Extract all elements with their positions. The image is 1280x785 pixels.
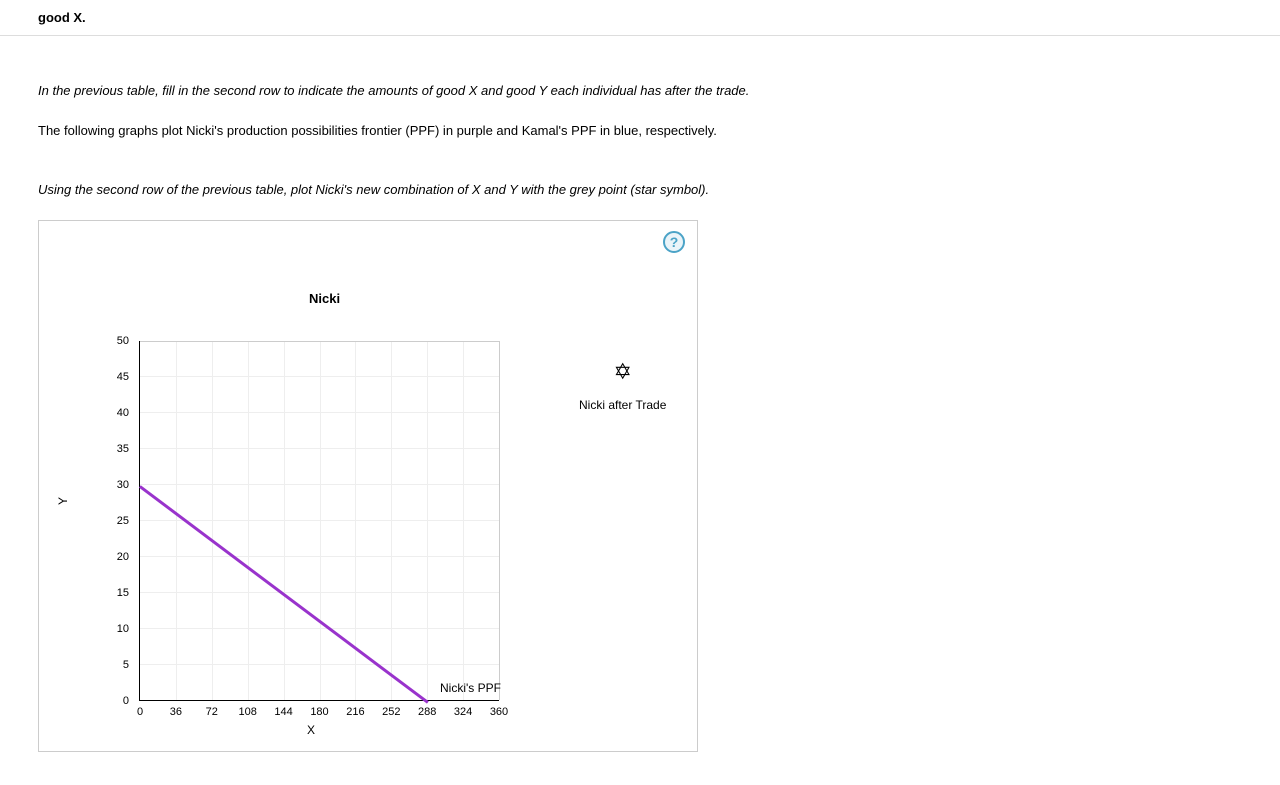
- y-tick: 10: [99, 624, 129, 634]
- chart-title: Nicki: [309, 291, 340, 306]
- x-tick: 252: [376, 706, 406, 718]
- y-tick: 5: [99, 660, 129, 670]
- y-tick: 0: [99, 696, 129, 706]
- x-tick: 180: [305, 706, 335, 718]
- x-axis-label: X: [307, 723, 315, 737]
- star-icon[interactable]: ✡: [579, 361, 666, 383]
- ppf-intro-text: The following graphs plot Nicki's produc…: [38, 121, 1280, 141]
- x-tick: 72: [197, 706, 227, 718]
- x-tick: 36: [161, 706, 191, 718]
- y-tick: 20: [99, 552, 129, 562]
- y-tick: 50: [99, 336, 129, 346]
- y-tick: 25: [99, 516, 129, 526]
- y-tick: 30: [99, 480, 129, 490]
- prior-text-fragment: good X.: [0, 0, 1280, 36]
- x-tick: 288: [412, 706, 442, 718]
- x-tick: 360: [484, 706, 514, 718]
- x-tick: 324: [448, 706, 478, 718]
- help-button[interactable]: ?: [663, 231, 685, 253]
- y-tick: 40: [99, 408, 129, 418]
- legend-label: Nicki after Trade: [579, 398, 666, 412]
- y-tick: 35: [99, 444, 129, 454]
- x-tick: 216: [340, 706, 370, 718]
- chart-nicki[interactable]: Nicki Y 50: [49, 261, 687, 741]
- x-tick: 108: [233, 706, 263, 718]
- instruction-plot-point: Using the second row of the previous tab…: [38, 180, 1280, 200]
- y-tick: 45: [99, 372, 129, 382]
- legend-nicki-after-trade: ✡ Nicki after Trade: [579, 361, 666, 412]
- y-tick: 15: [99, 588, 129, 598]
- graph-panel: ? Nicki Y: [38, 220, 698, 752]
- instruction-fill-row: In the previous table, fill in the secon…: [38, 81, 1280, 101]
- x-tick: 0: [125, 706, 155, 718]
- y-axis-label: Y: [56, 496, 70, 504]
- x-tick: 144: [269, 706, 299, 718]
- nicki-ppf-label: Nicki's PPF: [440, 681, 501, 695]
- plot-area[interactable]: 50 45 40 35 30 25 20 15 10 5 0 0 36 72 1…: [139, 341, 499, 701]
